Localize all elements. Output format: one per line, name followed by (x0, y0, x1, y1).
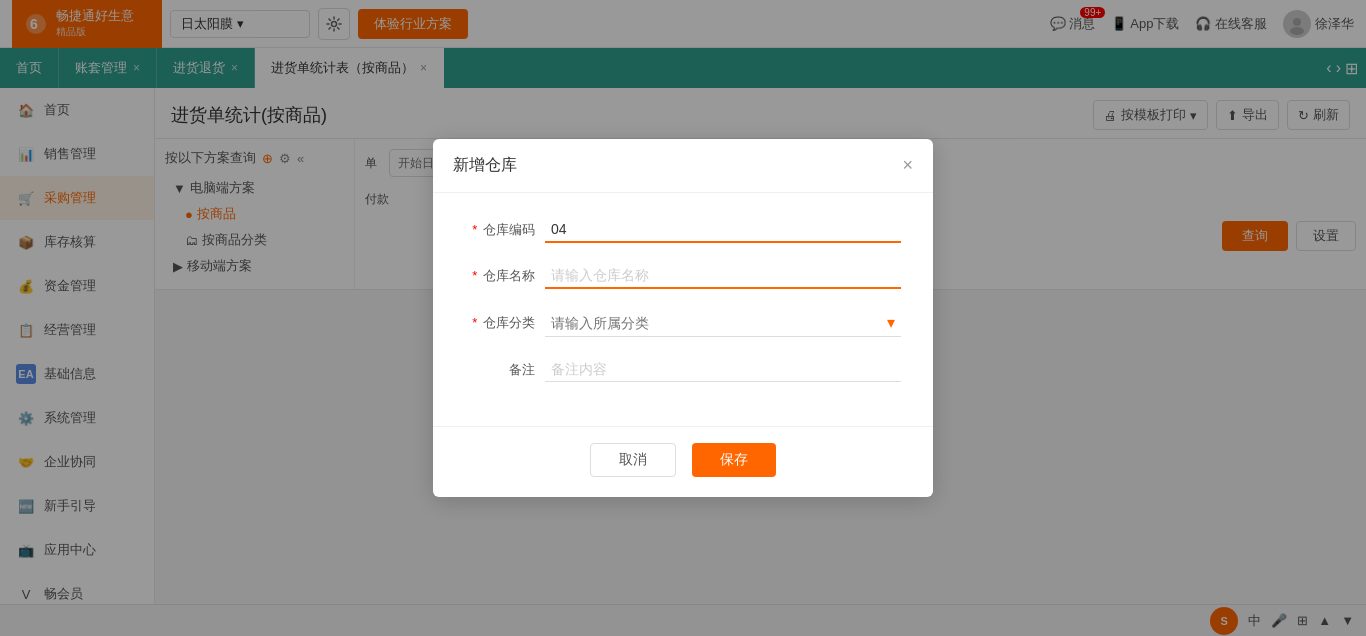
dialog-footer: 取消 保存 (433, 426, 933, 497)
form-row-code: * 仓库编码 (465, 217, 901, 243)
name-label: * 仓库名称 (465, 267, 545, 285)
save-button[interactable]: 保存 (692, 443, 776, 477)
dialog-title: 新增仓库 (453, 155, 517, 176)
code-label: * 仓库编码 (465, 221, 545, 239)
note-label: 备注 (465, 361, 545, 379)
dialog-header: 新增仓库 × (433, 139, 933, 193)
form-row-note: 备注 (465, 357, 901, 382)
name-label-text: 仓库名称 (483, 268, 535, 283)
category-label-text: 仓库分类 (483, 315, 535, 330)
category-label: * 仓库分类 (465, 314, 545, 332)
dialog-close-button[interactable]: × (902, 155, 913, 176)
dialog-body: * 仓库编码 * 仓库名称 * 仓库分类 (433, 193, 933, 426)
note-input[interactable] (545, 357, 901, 382)
name-input[interactable] (545, 263, 901, 289)
form-row-category: * 仓库分类 ▾ (465, 309, 901, 337)
name-required-star: * (472, 268, 477, 283)
cancel-button[interactable]: 取消 (590, 443, 676, 477)
new-warehouse-dialog: 新增仓库 × * 仓库编码 * 仓库名称 (433, 139, 933, 497)
code-input[interactable] (545, 217, 901, 243)
code-required-star: * (472, 222, 477, 237)
code-label-text: 仓库编码 (483, 222, 535, 237)
category-select-wrap[interactable]: ▾ (545, 309, 901, 337)
dialog-overlay: 新增仓库 × * 仓库编码 * 仓库名称 (0, 0, 1366, 636)
category-required-star: * (472, 315, 477, 330)
category-arrow-icon: ▾ (887, 313, 895, 332)
form-row-name: * 仓库名称 (465, 263, 901, 289)
note-label-text: 备注 (509, 362, 535, 377)
category-input[interactable] (551, 315, 887, 331)
